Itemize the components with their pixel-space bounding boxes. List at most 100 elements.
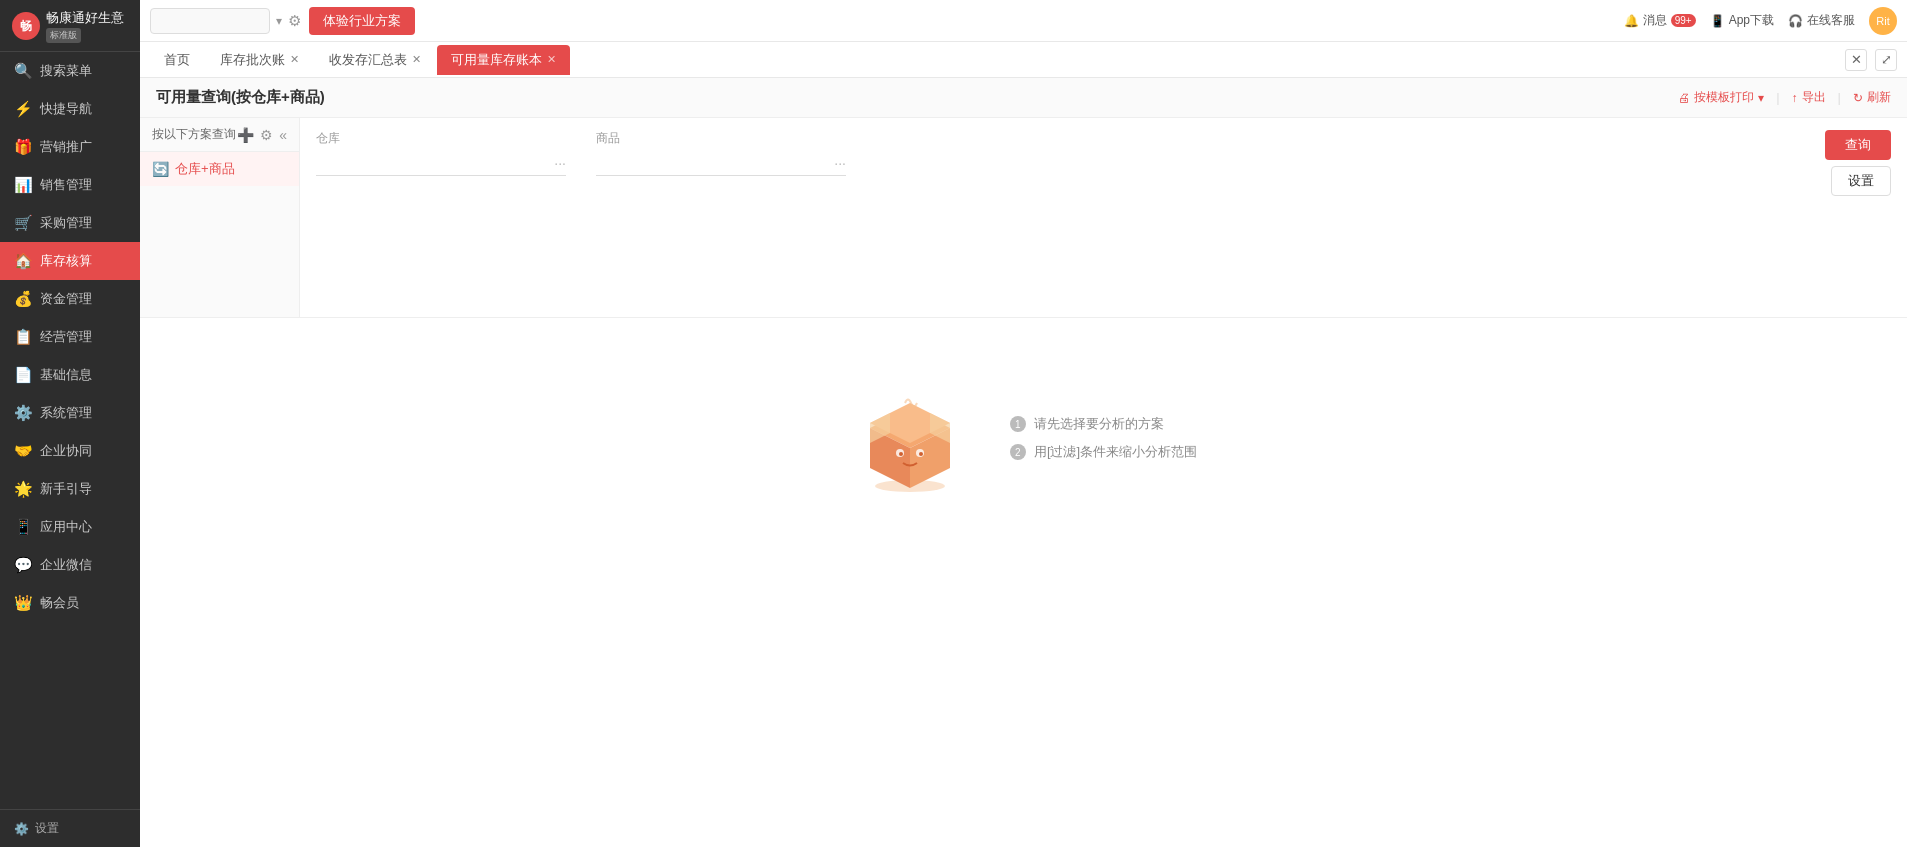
- headset-icon: 🎧: [1788, 14, 1803, 28]
- query-scheme-sidebar: 按以下方案查询 ➕ ⚙ « 🔄 仓库+商品: [140, 118, 300, 317]
- sidebar-item-label-sales: 销售管理: [40, 176, 92, 194]
- sidebar-item-app[interactable]: 📱 应用中心: [0, 508, 140, 546]
- sidebar-item-finance[interactable]: 💰 资金管理: [0, 280, 140, 318]
- message-label: 消息: [1643, 12, 1667, 29]
- sidebar-footer-settings[interactable]: ⚙️ 设置: [0, 809, 140, 847]
- goods-label: 商品: [596, 130, 846, 147]
- topbar-search-area: ▾ ⚙: [150, 8, 301, 34]
- sidebar-item-shortcut[interactable]: ⚡ 快捷导航: [0, 90, 140, 128]
- action-separator: |: [1776, 90, 1779, 105]
- scheme-item-warehouse-goods[interactable]: 🔄 仓库+商品: [140, 152, 299, 186]
- app-download-button[interactable]: 📱 App下载: [1710, 12, 1774, 29]
- tab-available-close[interactable]: ✕: [547, 53, 556, 66]
- tabs-bar: 首页 库存批次账 ✕ 收发存汇总表 ✕ 可用量库存账本 ✕ ✕ ⤢: [140, 42, 1907, 78]
- action-separator2: |: [1838, 90, 1841, 105]
- mobile-icon: 📱: [1710, 14, 1725, 28]
- collapse-sidebar-icon[interactable]: «: [279, 127, 287, 143]
- sidebar-nav: 🔍 搜索菜单 ⚡ 快捷导航 🎁 营销推广 📊 销售管理 🛒 采购管理 🏠 库存核…: [0, 52, 140, 809]
- message-badge: 99+: [1671, 14, 1696, 27]
- basic-icon: 📄: [14, 366, 32, 384]
- app-logo-icon: 畅: [12, 12, 40, 40]
- hint-num-1: 1: [1010, 416, 1026, 432]
- settings-icon[interactable]: ⚙: [288, 12, 301, 30]
- warehouse-label: 仓库: [316, 130, 566, 147]
- shortcut-icon: ⚡: [14, 100, 32, 118]
- query-settings-button[interactable]: 设置: [1831, 166, 1891, 196]
- sidebar-item-basic[interactable]: 📄 基础信息: [0, 356, 140, 394]
- warehouse-input[interactable]: [316, 156, 554, 171]
- query-button[interactable]: 查询: [1825, 130, 1891, 160]
- tab-available[interactable]: 可用量库存账本 ✕: [437, 45, 570, 75]
- tab-batch[interactable]: 库存批次账 ✕: [206, 45, 313, 75]
- sidebar-item-purchase[interactable]: 🛒 采购管理: [0, 204, 140, 242]
- sidebar-item-label-marketing: 营销推广: [40, 138, 92, 156]
- goods-input[interactable]: [596, 156, 834, 171]
- sidebar-item-marketing[interactable]: 🎁 营销推广: [0, 128, 140, 166]
- tab-close-button[interactable]: ✕: [1845, 49, 1867, 71]
- sidebar-item-newbie[interactable]: 🌟 新手引导: [0, 470, 140, 508]
- refresh-button[interactable]: ↻ 刷新: [1853, 89, 1891, 106]
- marketing-icon: 🎁: [14, 138, 32, 156]
- hint-text-1: 请先选择要分析的方案: [1034, 415, 1164, 433]
- tab-expand-button[interactable]: ⤢: [1875, 49, 1897, 71]
- sidebar-item-enterprise[interactable]: 🤝 企业协同: [0, 432, 140, 470]
- sidebar-item-system[interactable]: ⚙️ 系统管理: [0, 394, 140, 432]
- query-sidebar-header: 按以下方案查询 ➕ ⚙ «: [140, 118, 299, 152]
- avatar-text: Rit: [1876, 15, 1889, 27]
- query-section: 按以下方案查询 ➕ ⚙ « 🔄 仓库+商品: [140, 118, 1907, 318]
- print-button[interactable]: 🖨 按模板打印 ▾: [1678, 89, 1764, 106]
- sidebar-footer-label: 设置: [35, 820, 59, 837]
- newbie-icon: 🌟: [14, 480, 32, 498]
- svg-point-9: [899, 452, 903, 456]
- user-avatar[interactable]: Rit: [1869, 7, 1897, 35]
- topbar: ▾ ⚙ 体验行业方案 🔔 消息 99+ 📱 App下载 🎧 在线客服 Rit: [140, 0, 1907, 42]
- sidebar-item-sales[interactable]: 📊 销售管理: [0, 166, 140, 204]
- refresh-label: 刷新: [1867, 89, 1891, 106]
- print-icon: 🖨: [1678, 91, 1690, 105]
- export-label: 导出: [1802, 89, 1826, 106]
- page-header-actions: 🖨 按模板打印 ▾ | ↑ 导出 | ↻ 刷新: [1678, 89, 1891, 106]
- tab-home[interactable]: 首页: [150, 45, 204, 75]
- purchase-icon: 🛒: [14, 214, 32, 232]
- tab-batch-close[interactable]: ✕: [290, 53, 299, 66]
- export-button[interactable]: ↑ 导出: [1792, 89, 1826, 106]
- sidebar-item-label-wechat: 企业微信: [40, 556, 92, 574]
- tab-home-label: 首页: [164, 51, 190, 69]
- query-fields: 仓库 ··· 商品 ···: [316, 130, 846, 176]
- empty-hint-2: 2 用[过滤]条件来缩小分析范围: [1010, 443, 1197, 461]
- goods-field: 商品 ···: [596, 130, 846, 176]
- tab-available-label: 可用量库存账本: [451, 51, 542, 69]
- print-dropdown-icon[interactable]: ▾: [1758, 91, 1764, 105]
- app-edition: 标准版: [46, 28, 81, 43]
- add-scheme-icon[interactable]: ➕: [237, 127, 254, 143]
- sidebar-item-label-finance: 资金管理: [40, 290, 92, 308]
- export-icon: ↑: [1792, 91, 1798, 105]
- sidebar-item-search[interactable]: 🔍 搜索菜单: [0, 52, 140, 90]
- sidebar-item-label-shortcut: 快捷导航: [40, 100, 92, 118]
- app-name: 畅康通好生意: [46, 10, 124, 26]
- app-icon: 📱: [14, 518, 32, 536]
- trial-industry-button[interactable]: 体验行业方案: [309, 7, 415, 35]
- page-header: 可用量查询(按仓库+商品) 🖨 按模板打印 ▾ | ↑ 导出 | ↻ 刷新: [140, 78, 1907, 118]
- empty-hints: 1 请先选择要分析的方案 2 用[过滤]条件来缩小分析范围: [1010, 415, 1197, 461]
- warehouse-more-icon[interactable]: ···: [554, 155, 566, 171]
- goods-more-icon[interactable]: ···: [834, 155, 846, 171]
- hint-num-2: 2: [1010, 444, 1026, 460]
- tab-collect-close[interactable]: ✕: [412, 53, 421, 66]
- settings-icon: ⚙️: [14, 822, 29, 836]
- sidebar-item-label-app: 应用中心: [40, 518, 92, 536]
- tab-collect[interactable]: 收发存汇总表 ✕: [315, 45, 435, 75]
- chevron-down-icon[interactable]: ▾: [276, 14, 282, 28]
- edit-scheme-icon[interactable]: ⚙: [260, 127, 273, 143]
- message-button[interactable]: 🔔 消息 99+: [1624, 12, 1696, 29]
- sidebar-item-member[interactable]: 👑 畅会员: [0, 584, 140, 622]
- online-service-button[interactable]: 🎧 在线客服: [1788, 12, 1855, 29]
- empty-hint-1: 1 请先选择要分析的方案: [1010, 415, 1197, 433]
- sidebar-item-wechat[interactable]: 💬 企业微信: [0, 546, 140, 584]
- sidebar-item-inventory[interactable]: 🏠 库存核算: [0, 242, 140, 280]
- scheme-item-label: 仓库+商品: [175, 160, 235, 178]
- sidebar-item-operation[interactable]: 📋 经营管理: [0, 318, 140, 356]
- main-area: ▾ ⚙ 体验行业方案 🔔 消息 99+ 📱 App下载 🎧 在线客服 Rit: [140, 0, 1907, 847]
- topbar-search-input[interactable]: [150, 8, 270, 34]
- sidebar: 畅 畅康通好生意 标准版 🔍 搜索菜单 ⚡ 快捷导航 🎁 营销推广 📊 销售管理…: [0, 0, 140, 847]
